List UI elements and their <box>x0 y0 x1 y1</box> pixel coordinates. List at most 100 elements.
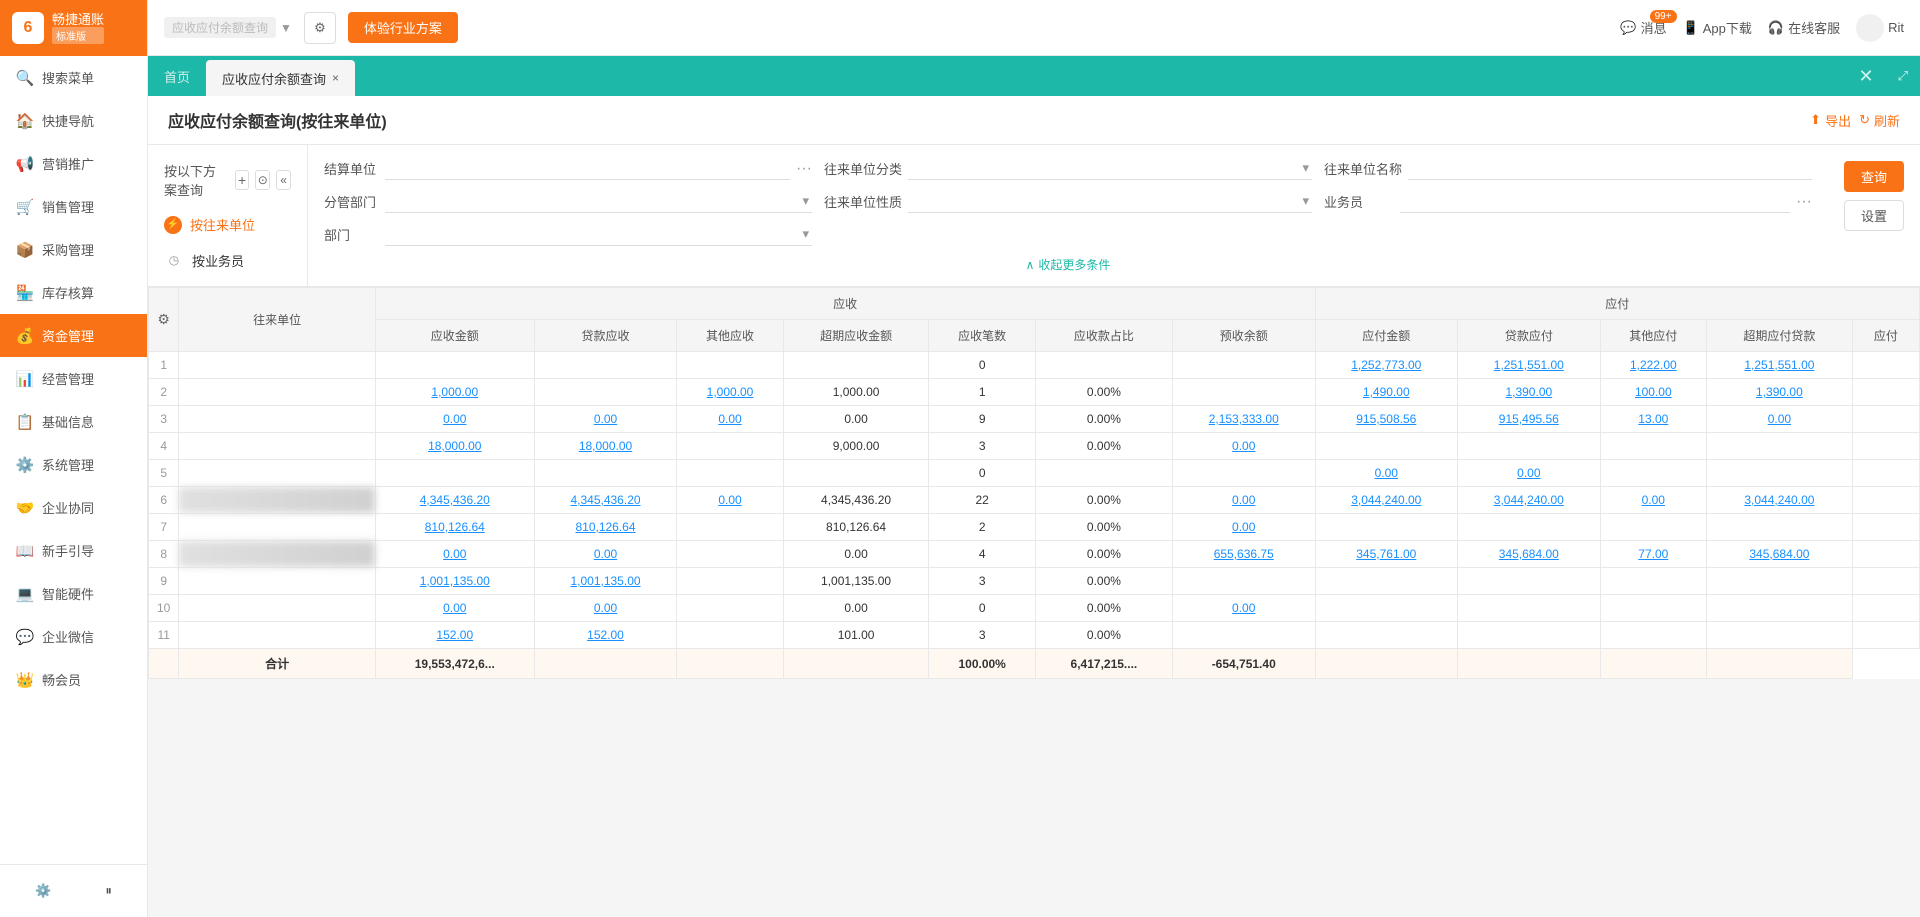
unit-name-input[interactable] <box>1408 158 1812 180</box>
sidebar-item-guide[interactable]: 📖 新手引导 <box>0 529 147 572</box>
table-wrapper[interactable]: ⚙ 往来单位 应收 应付 应收金额 贷款应收 其他应收 超期应收金额 应收笔数 <box>148 287 1920 679</box>
department-select[interactable]: ▾ <box>385 223 812 246</box>
row-ap-other[interactable]: 1,222.00 <box>1600 352 1706 379</box>
row-ap-loan[interactable] <box>1458 514 1601 541</box>
row-ar-advance[interactable]: 655,636.75 <box>1172 541 1315 568</box>
row-ar-advance[interactable]: 0.00 <box>1172 514 1315 541</box>
row-ar-amount[interactable]: 1,001,135.00 <box>375 568 534 595</box>
sidebar-collapse-btn[interactable]: ⏸ <box>99 877 118 905</box>
row-ap-overdue[interactable] <box>1707 433 1853 460</box>
row-ap-amount[interactable] <box>1315 595 1458 622</box>
settlement-dots[interactable]: ··· <box>796 160 812 178</box>
settlement-input[interactable] <box>385 158 790 180</box>
row-ar-amount[interactable]: 0.00 <box>375 595 534 622</box>
row-ap-overdue[interactable]: 0.00 <box>1707 406 1853 433</box>
row-ar-amount[interactable]: 18,000.00 <box>375 433 534 460</box>
row-ar-other[interactable] <box>677 622 783 649</box>
row-ar-other[interactable] <box>677 352 783 379</box>
row-ap-other[interactable] <box>1600 622 1706 649</box>
sidebar-bottom-settings[interactable]: ⚙️ <box>29 877 57 905</box>
sidebar-item-inventory[interactable]: 🏪 库存核算 <box>0 271 147 314</box>
row-ap-loan[interactable]: 915,495.56 <box>1458 406 1601 433</box>
sidebar-item-basic[interactable]: 📋 基础信息 <box>0 400 147 443</box>
sidebar-item-member[interactable]: 👑 畅会员 <box>0 658 147 701</box>
sidebar-item-cooperation[interactable]: 🤝 企业协同 <box>0 486 147 529</box>
row-ap-overdue[interactable]: 1,251,551.00 <box>1707 352 1853 379</box>
row-ar-loan[interactable]: 152.00 <box>534 622 677 649</box>
row-ar-other[interactable] <box>677 460 783 487</box>
tab-ar-ap-query[interactable]: 应收应付余额查询 × <box>206 60 355 96</box>
row-ap-other[interactable]: 77.00 <box>1600 541 1706 568</box>
sidebar-item-quick-nav[interactable]: 🏠 快捷导航 <box>0 99 147 142</box>
row-ar-loan[interactable] <box>534 352 677 379</box>
row-ap-overdue[interactable]: 345,684.00 <box>1707 541 1853 568</box>
row-ap-amount[interactable]: 345,761.00 <box>1315 541 1458 568</box>
row-ar-advance[interactable]: 0.00 <box>1172 595 1315 622</box>
row-ar-advance[interactable]: 0.00 <box>1172 487 1315 514</box>
row-ap-overdue[interactable] <box>1707 568 1853 595</box>
salesman-input[interactable] <box>1400 191 1790 213</box>
settings-btn[interactable]: 设置 <box>1844 200 1904 231</box>
row-ap-other[interactable] <box>1600 595 1706 622</box>
row-ap-overdue[interactable] <box>1707 514 1853 541</box>
panel-item-by-unit[interactable]: ⚡ 按往来单位 <box>148 207 307 242</box>
row-ap-other[interactable] <box>1600 433 1706 460</box>
row-ar-loan[interactable]: 0.00 <box>534 541 677 568</box>
row-ar-other[interactable] <box>677 514 783 541</box>
row-ap-amount[interactable] <box>1315 433 1458 460</box>
row-ap-amount[interactable]: 1,252,773.00 <box>1315 352 1458 379</box>
row-ar-advance[interactable] <box>1172 568 1315 595</box>
export-btn[interactable]: ⬆ 导出 <box>1810 111 1851 130</box>
category-select[interactable]: ▾ <box>908 157 1312 180</box>
row-ar-advance[interactable] <box>1172 622 1315 649</box>
row-ar-amount[interactable]: 0.00 <box>375 541 534 568</box>
row-ap-loan[interactable] <box>1458 433 1601 460</box>
row-ap-loan[interactable]: 0.00 <box>1458 460 1601 487</box>
dept-select[interactable]: ▾ <box>385 190 812 213</box>
row-ap-other[interactable] <box>1600 568 1706 595</box>
topbar-messages[interactable]: 💬 消息 99+ <box>1620 18 1666 37</box>
row-ar-amount[interactable]: 1,000.00 <box>375 379 534 406</box>
row-ap-loan[interactable]: 1,390.00 <box>1458 379 1601 406</box>
row-ar-advance[interactable] <box>1172 352 1315 379</box>
row-ap-overdue[interactable]: 3,044,240.00 <box>1707 487 1853 514</box>
row-ar-amount[interactable] <box>375 460 534 487</box>
row-ap-overdue[interactable] <box>1707 460 1853 487</box>
sidebar-item-wechat[interactable]: 💬 企业微信 <box>0 615 147 658</box>
tabbar-close-btn[interactable]: ✕ <box>1847 66 1886 87</box>
row-ar-other[interactable] <box>677 568 783 595</box>
row-ar-other[interactable]: 1,000.00 <box>677 379 783 406</box>
row-ap-other[interactable]: 100.00 <box>1600 379 1706 406</box>
row-ar-advance[interactable]: 2,153,333.00 <box>1172 406 1315 433</box>
row-ap-amount[interactable]: 3,044,240.00 <box>1315 487 1458 514</box>
row-ap-amount[interactable]: 915,508.56 <box>1315 406 1458 433</box>
row-ar-other[interactable]: 0.00 <box>677 406 783 433</box>
row-ap-amount[interactable]: 0.00 <box>1315 460 1458 487</box>
topbar-settings-icon[interactable]: ⚙ <box>304 12 336 44</box>
row-ap-other[interactable] <box>1600 514 1706 541</box>
row-ap-other[interactable] <box>1600 460 1706 487</box>
unit-type-select[interactable]: ▾ <box>908 190 1312 213</box>
row-ap-loan[interactable] <box>1458 622 1601 649</box>
filter-config-btn[interactable]: ⊙ <box>255 170 270 190</box>
sidebar-item-sales[interactable]: 🛒 销售管理 <box>0 185 147 228</box>
row-ar-advance[interactable] <box>1172 379 1315 406</box>
topbar-promo-btn[interactable]: 体验行业方案 <box>348 12 458 43</box>
row-ar-other[interactable] <box>677 595 783 622</box>
row-ar-loan[interactable]: 810,126.64 <box>534 514 677 541</box>
row-ap-overdue[interactable] <box>1707 595 1853 622</box>
tabbar-expand-btn[interactable]: ⤢ <box>1886 68 1920 84</box>
sidebar-item-hardware[interactable]: 💻 智能硬件 <box>0 572 147 615</box>
refresh-btn[interactable]: ↻ 刷新 <box>1859 111 1900 130</box>
row-ar-advance[interactable] <box>1172 460 1315 487</box>
sidebar-item-system[interactable]: ⚙️ 系统管理 <box>0 443 147 486</box>
salesman-dots[interactable]: ··· <box>1796 193 1812 211</box>
tab-home[interactable]: 首页 <box>148 56 206 96</box>
row-ar-loan[interactable] <box>534 379 677 406</box>
tab-close-icon[interactable]: × <box>332 71 339 85</box>
row-ar-loan[interactable]: 0.00 <box>534 595 677 622</box>
row-ap-amount[interactable] <box>1315 568 1458 595</box>
row-ap-loan[interactable]: 345,684.00 <box>1458 541 1601 568</box>
row-ap-amount[interactable] <box>1315 622 1458 649</box>
sidebar-item-purchase[interactable]: 📦 采购管理 <box>0 228 147 271</box>
